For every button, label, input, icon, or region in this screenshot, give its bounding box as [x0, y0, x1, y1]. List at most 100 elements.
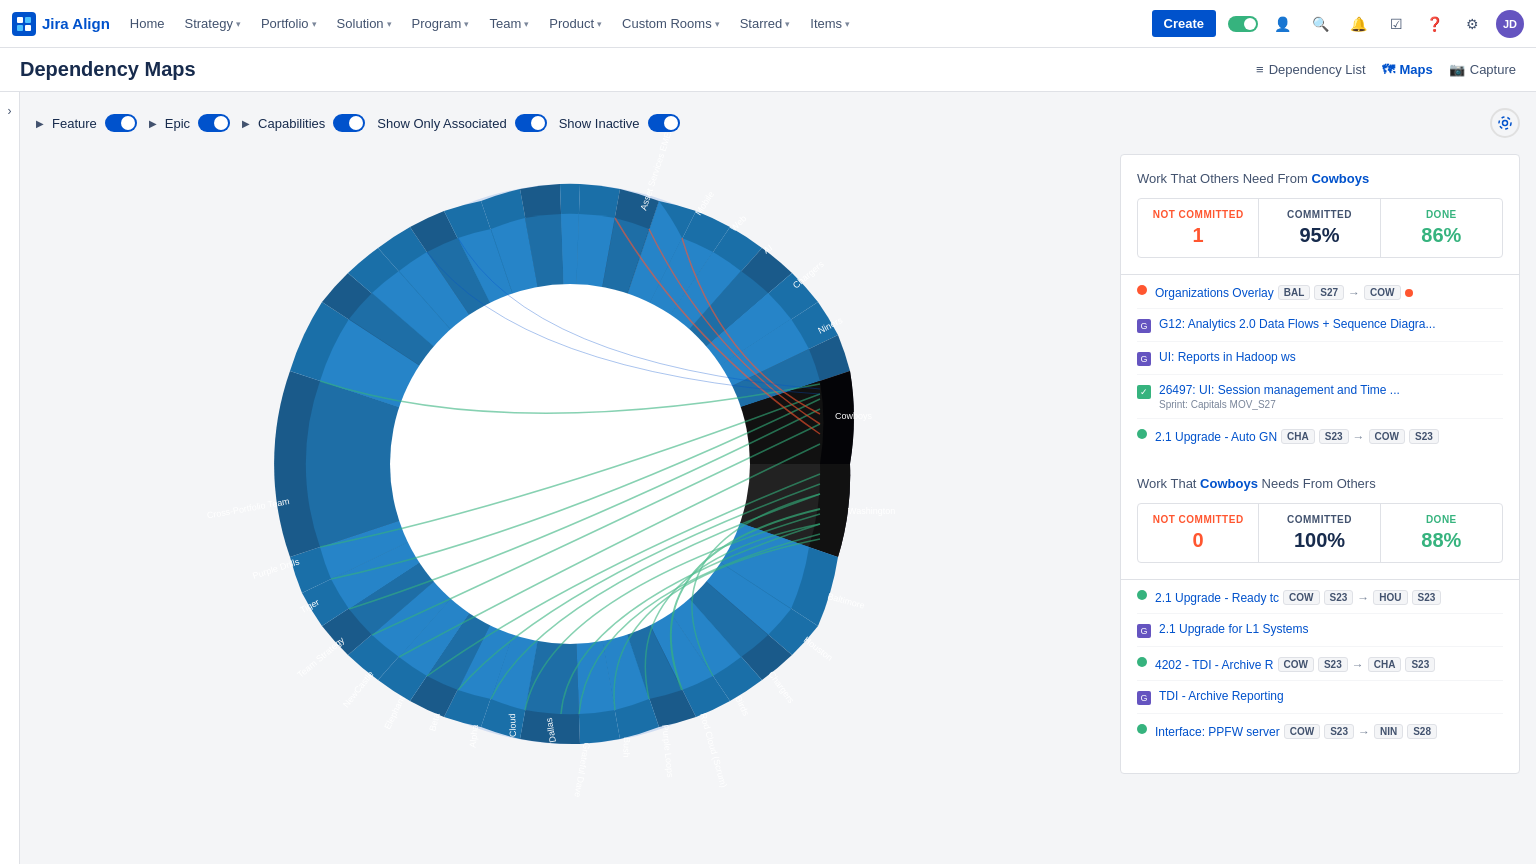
nav-home[interactable]: Home — [122, 10, 173, 37]
dep-title-upgrade[interactable]: 2.1 Upgrade - Auto GN — [1155, 430, 1277, 444]
arrow-icon: ▶ — [36, 118, 44, 129]
dep-title-tdi[interactable]: 4202 - TDI - Archive R — [1155, 658, 1274, 672]
badge-hou: HOU — [1373, 590, 1407, 605]
dep-dot-red-end — [1405, 289, 1413, 297]
dep-badges: 2.1 Upgrade - Auto GN CHA S23 → COW S23 — [1155, 429, 1503, 444]
settings-icon[interactable]: ⚙ — [1458, 10, 1486, 38]
dep-item-g12: G G12: Analytics 2.0 Data Flows + Sequen… — [1137, 309, 1503, 342]
section1-team-link[interactable]: Cowboys — [1311, 171, 1369, 186]
nav-starred[interactable]: Starred▾ — [732, 10, 799, 37]
badge-s23-hou: S23 — [1412, 590, 1442, 605]
nav-custom-rooms[interactable]: Custom Rooms▾ — [614, 10, 728, 37]
settings-wheel-icon — [1497, 115, 1513, 131]
list-icon: ≡ — [1256, 62, 1264, 77]
filter-epic-toggle[interactable] — [198, 114, 230, 132]
page-header: Dependency Maps ≡ Dependency List 🗺 Maps… — [0, 48, 1536, 92]
maps-link[interactable]: 🗺 Maps — [1382, 62, 1433, 77]
dep-item-tdi: 4202 - TDI - Archive R COW S23 → CHA S23 — [1137, 647, 1503, 681]
filter-feature-toggle[interactable] — [105, 114, 137, 132]
avatar[interactable]: JD — [1496, 10, 1524, 38]
dep-content: 2.1 Upgrade - Auto GN CHA S23 → COW S23 — [1155, 427, 1503, 444]
filter-capabilities-toggle[interactable] — [333, 114, 365, 132]
filter-capabilities: ▶ Capabilities — [242, 114, 365, 132]
svg-point-5 — [1499, 117, 1511, 129]
label-birds: Birds — [733, 694, 751, 717]
badge-s27-from: S27 — [1314, 285, 1344, 300]
stat-committed-2: COMMITTED 100% — [1259, 504, 1380, 562]
nav-items[interactable]: Items▾ — [802, 10, 858, 37]
dep-title-ppfw[interactable]: Interface: PPFW server — [1155, 725, 1280, 739]
dep-item-ppfw: Interface: PPFW server COW S23 → NIN S28 — [1137, 714, 1503, 747]
dep-content: 2.1 Upgrade for L1 Systems — [1159, 622, 1503, 636]
svg-point-4 — [1503, 121, 1508, 126]
capture-link[interactable]: 📷 Capture — [1449, 62, 1516, 77]
dep-title-l1[interactable]: 2.1 Upgrade for L1 Systems — [1159, 622, 1308, 636]
nav-strategy[interactable]: Strategy▾ — [176, 10, 248, 37]
nav-solution[interactable]: Solution▾ — [329, 10, 400, 37]
stat-label-c2: COMMITTED — [1269, 514, 1369, 525]
dep-item-upgrade-gn: 2.1 Upgrade - Auto GN CHA S23 → COW S23 — [1137, 419, 1503, 452]
toggle-switch[interactable] — [1228, 16, 1258, 32]
dep-dot-red — [1137, 285, 1147, 295]
svg-rect-0 — [17, 17, 23, 23]
stat-value-committed: 95% — [1269, 224, 1369, 247]
chevron-down-icon: ▾ — [236, 19, 241, 29]
panel-section-2: Work That Cowboys Needs From Others NOT … — [1121, 460, 1519, 580]
filter-feature: ▶ Feature — [36, 114, 137, 132]
help-icon[interactable]: ❓ — [1420, 10, 1448, 38]
stat-value-nc2: 0 — [1148, 529, 1248, 552]
stats-grid-1: NOT COMMITTED 1 COMMITTED 95% DONE 86% — [1137, 198, 1503, 258]
create-button[interactable]: Create — [1152, 10, 1216, 37]
arrow-icon: ▶ — [149, 118, 157, 129]
section2-team-link[interactable]: Cowboys — [1200, 476, 1258, 491]
dep-item-ui-reports: G UI: Reports in Hadoop ws — [1137, 342, 1503, 375]
filter-show-only-toggle[interactable] — [515, 114, 547, 132]
label-elephant: Elephant — [382, 694, 407, 731]
stat-label-not-committed: NOT COMMITTED — [1148, 209, 1248, 220]
user-icon[interactable]: 👤 — [1268, 10, 1296, 38]
dep-item-l1: G 2.1 Upgrade for L1 Systems — [1137, 614, 1503, 647]
label-alpha: Alpha — [468, 724, 480, 748]
diagram-settings-button[interactable] — [1490, 108, 1520, 138]
dep-title[interactable]: Organizations Overlay — [1155, 286, 1274, 300]
filter-capabilities-label: Capabilities — [258, 116, 325, 131]
stat-committed-1: COMMITTED 95% — [1259, 199, 1380, 257]
filter-feature-label: Feature — [52, 116, 97, 131]
label-cowboys: Cowboys — [835, 411, 873, 421]
dep-title-ready[interactable]: 2.1 Upgrade - Ready tc — [1155, 591, 1279, 605]
stat-not-committed-1: NOT COMMITTED 1 — [1138, 199, 1259, 257]
sidebar-toggle[interactable]: › — [0, 92, 20, 864]
nav-product[interactable]: Product▾ — [541, 10, 610, 37]
nav-team[interactable]: Team▾ — [481, 10, 537, 37]
dep-title-session[interactable]: 26497: UI: Session management and Time .… — [1159, 383, 1400, 397]
dep-arrow: → — [1348, 286, 1360, 300]
bell-icon[interactable]: 🔔 — [1344, 10, 1372, 38]
app-logo[interactable]: Jira Align — [12, 12, 110, 36]
dep-content: UI: Reports in Hadoop ws — [1159, 350, 1503, 364]
label-niners: Chargers — [766, 669, 796, 705]
svg-rect-1 — [25, 17, 31, 23]
logo-icon — [12, 12, 36, 36]
chevron-down-icon: ▾ — [845, 19, 850, 29]
chevron-down-icon: ▾ — [715, 19, 720, 29]
filter-show-inactive-toggle[interactable] — [648, 114, 680, 132]
nav-portfolio[interactable]: Portfolio▾ — [253, 10, 325, 37]
badge-cow-ppfw: COW — [1284, 724, 1320, 739]
label-cloud: Cloud — [507, 713, 518, 737]
chord-diagram-container[interactable]: Cowboys Washington Baltimore Houston Cha… — [36, 154, 1104, 774]
search-icon[interactable]: 🔍 — [1306, 10, 1334, 38]
nav-program[interactable]: Program▾ — [404, 10, 478, 37]
chord-diagram[interactable]: Cowboys Washington Baltimore Houston Cha… — [260, 154, 880, 774]
dep-title-g12[interactable]: G12: Analytics 2.0 Data Flows + Sequence… — [1159, 317, 1435, 331]
dep-arrow: → — [1357, 591, 1369, 605]
check-icon[interactable]: ☑ — [1382, 10, 1410, 38]
label-washington: Washington — [848, 506, 895, 516]
dep-dot-green-4 — [1137, 724, 1147, 734]
dependency-list-link[interactable]: ≡ Dependency List — [1256, 62, 1365, 77]
dep-title-tdi-archive[interactable]: TDI - Archive Reporting — [1159, 689, 1284, 703]
stat-done-2: DONE 88% — [1381, 504, 1502, 562]
badge-s23-ppfw: S23 — [1324, 724, 1354, 739]
dep-title-ui[interactable]: UI: Reports in Hadoop ws — [1159, 350, 1296, 364]
dep-sprint: Sprint: Capitals MOV_S27 — [1159, 399, 1503, 410]
diagram-area: Cowboys Washington Baltimore Houston Cha… — [36, 154, 1520, 774]
